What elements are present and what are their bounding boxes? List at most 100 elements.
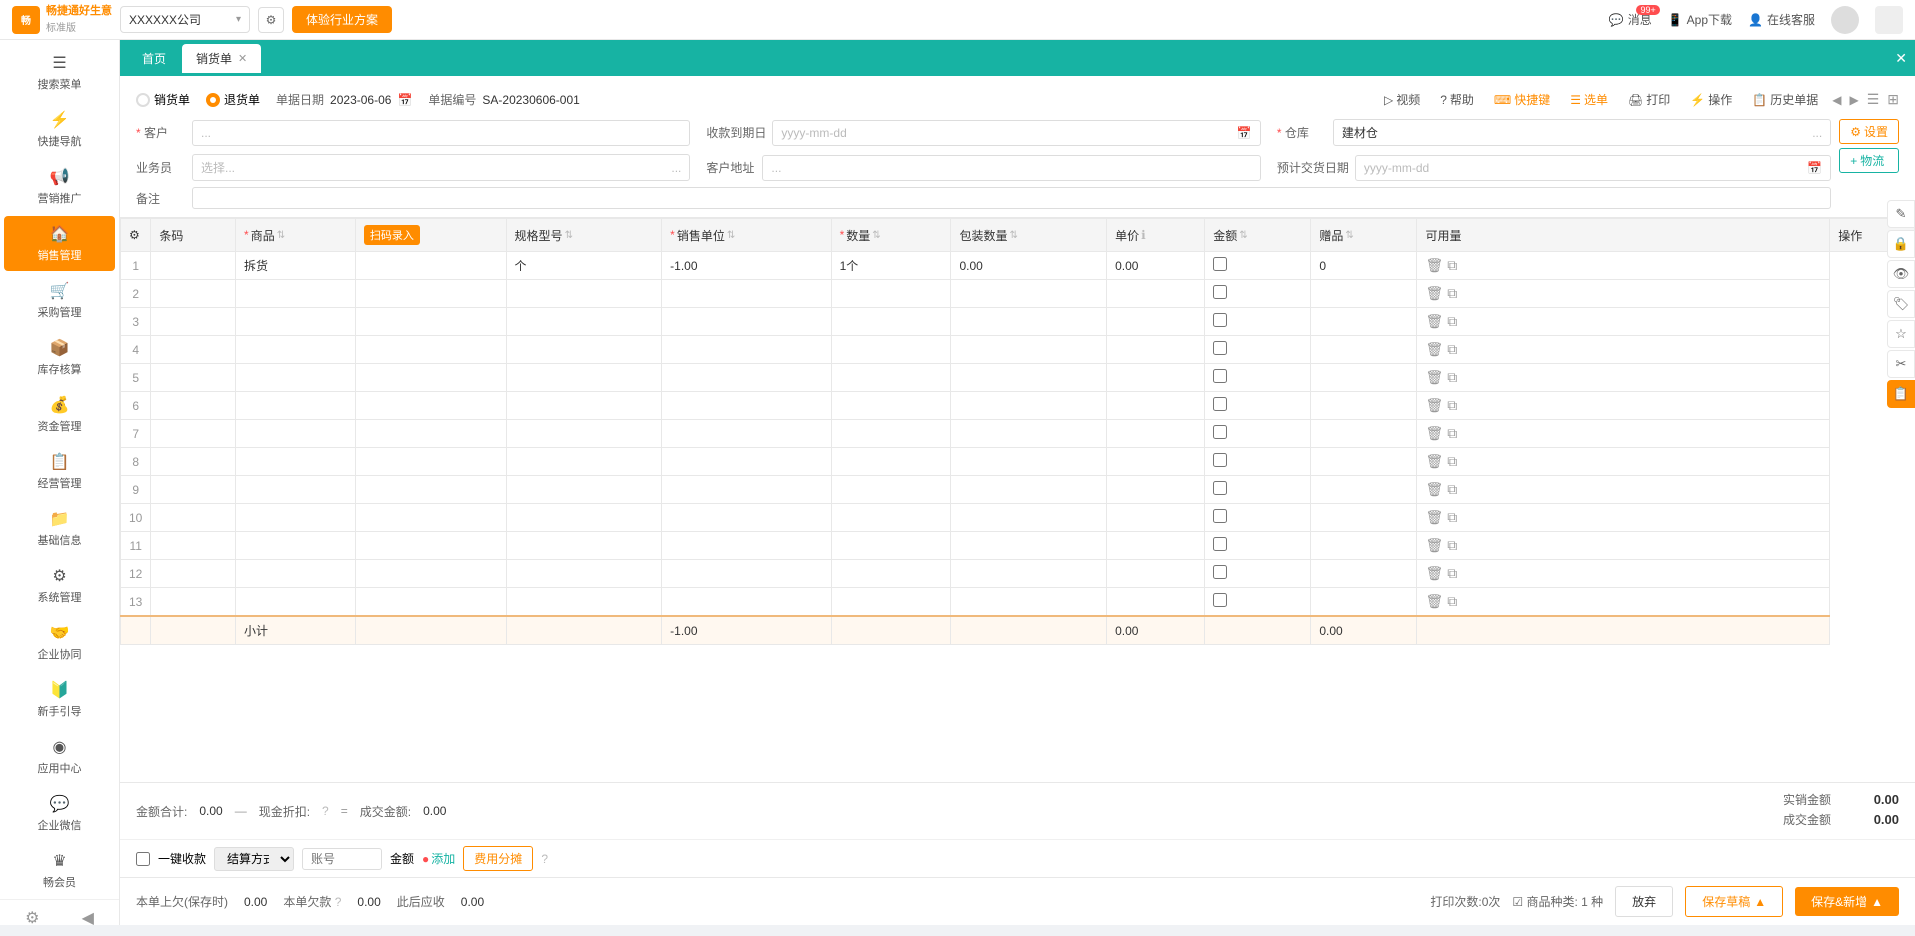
sort-icon-gift[interactable]: ⇅ xyxy=(1345,230,1353,241)
toolbar-history[interactable]: 📋历史单据 xyxy=(1746,88,1824,111)
nav-prev-icon[interactable]: ◀ xyxy=(1832,93,1841,107)
sidebar-gear-icon[interactable]: ⚙ xyxy=(25,908,39,928)
gift-checkbox-13[interactable] xyxy=(1213,593,1227,607)
discard-button[interactable]: 放弃 xyxy=(1615,886,1673,917)
fee-help-icon[interactable]: ? xyxy=(541,852,548,866)
sidebar-collapse-icon[interactable]: ◀ xyxy=(82,908,94,928)
toolbar-help[interactable]: ?帮助 xyxy=(1434,88,1480,111)
rf-lock-btn[interactable]: 🔒 xyxy=(1887,230,1915,258)
draft-chevron-icon[interactable]: ▲ xyxy=(1754,895,1766,909)
cell-unit-1[interactable]: 个 xyxy=(506,252,662,280)
message-icon[interactable]: 💬 消息 99+ xyxy=(1609,11,1652,28)
customer-addr-input[interactable]: ... xyxy=(762,155,1260,181)
gift-checkbox-10[interactable] xyxy=(1213,509,1227,523)
th-settings[interactable]: ⚙ xyxy=(121,219,151,252)
copy-icon-5[interactable]: ⧉ xyxy=(1447,369,1457,386)
gift-checkbox-5[interactable] xyxy=(1213,369,1227,383)
one-click-payment-checkbox[interactable] xyxy=(136,852,150,866)
experience-button[interactable]: 体验行业方案 xyxy=(292,6,392,33)
logistics-button[interactable]: + 物流 xyxy=(1839,148,1899,173)
fee-split-button[interactable]: 费用分摊 xyxy=(463,846,533,871)
sidebar-item-marketing[interactable]: 📢 营销推广 xyxy=(4,159,115,214)
nav-next-icon[interactable]: ▶ xyxy=(1849,93,1858,107)
cash-discount-info-icon[interactable]: ? xyxy=(322,804,329,818)
delete-icon-7[interactable]: 🗑 xyxy=(1425,425,1443,442)
rf-action-btn[interactable]: 📋 xyxy=(1887,380,1915,408)
delete-icon-1[interactable]: 🗑 xyxy=(1425,257,1443,274)
cell-product-1[interactable]: 拆货 xyxy=(236,252,356,280)
delete-icon-5[interactable]: 🗑 xyxy=(1425,369,1443,386)
tab-home[interactable]: 首页 xyxy=(128,44,180,73)
cell-qty-1[interactable]: -1.00 xyxy=(662,252,831,280)
list-view-icon[interactable]: ☰ xyxy=(1867,91,1880,108)
online-service[interactable]: 👤 在线客服 xyxy=(1748,11,1815,28)
copy-icon-3[interactable]: ⧉ xyxy=(1447,313,1457,330)
customer-input[interactable]: ... xyxy=(192,120,690,146)
debt-info-icon[interactable]: ? xyxy=(335,895,342,909)
payment-method-select[interactable]: 结算方式 xyxy=(214,847,294,871)
sidebar-item-search-order[interactable]: ☰ 搜索菜单 xyxy=(4,45,115,100)
gift-checkbox-9[interactable] xyxy=(1213,481,1227,495)
toolbar-print[interactable]: 🖨打印 xyxy=(1622,88,1676,111)
sidebar-item-wechat[interactable]: 💬 企业微信 xyxy=(4,786,115,841)
cell-amount-1[interactable]: 0.00 xyxy=(1107,252,1205,280)
copy-icon-7[interactable]: ⧉ xyxy=(1447,425,1457,442)
cell-price-1[interactable]: 0.00 xyxy=(951,252,1107,280)
tab-close-icon[interactable]: ✕ xyxy=(238,52,247,65)
save-new-button[interactable]: 保存&新增 ▲ xyxy=(1795,887,1899,916)
toolbar-shortcut[interactable]: ⌨快捷键 xyxy=(1488,88,1556,111)
salesperson-input[interactable]: 选择... ... xyxy=(192,154,690,181)
gift-checkbox-3[interactable] xyxy=(1213,313,1227,327)
rf-star-btn[interactable]: ☆ xyxy=(1887,320,1915,348)
save-draft-button[interactable]: 保存草稿 ▲ xyxy=(1685,886,1783,917)
delete-icon-6[interactable]: 🗑 xyxy=(1425,397,1443,414)
sidebar-item-finance[interactable]: 💰 资金管理 xyxy=(4,387,115,442)
settings-icon[interactable]: ⚙ xyxy=(258,7,284,33)
copy-icon-9[interactable]: ⧉ xyxy=(1447,481,1457,498)
copy-icon-11[interactable]: ⧉ xyxy=(1447,537,1457,554)
delete-icon-2[interactable]: 🗑 xyxy=(1425,285,1443,302)
copy-icon-13[interactable]: ⧉ xyxy=(1447,593,1457,610)
radio-sales[interactable]: 销货单 xyxy=(136,91,190,108)
copy-icon-10[interactable]: ⧉ xyxy=(1447,509,1457,526)
rf-scissor-btn[interactable]: ✂ xyxy=(1887,350,1915,378)
sidebar-item-basic[interactable]: 📁 基础信息 xyxy=(4,501,115,556)
add-payment-button[interactable]: ● 添加 xyxy=(422,850,455,867)
gift-checkbox-7[interactable] xyxy=(1213,425,1227,439)
sort-icon-qty[interactable]: ⇅ xyxy=(872,230,880,241)
sort-icon-product[interactable]: ⇅ xyxy=(277,230,285,241)
grid-view-icon[interactable]: ⊞ xyxy=(1887,91,1899,108)
delete-icon-3[interactable]: 🗑 xyxy=(1425,313,1443,330)
gift-checkbox-12[interactable] xyxy=(1213,565,1227,579)
sidebar-item-quick-nav[interactable]: ⚡ 快捷导航 xyxy=(4,102,115,157)
save-chevron-icon[interactable]: ▲ xyxy=(1871,895,1883,909)
payment-calendar-icon[interactable]: 📅 xyxy=(1237,126,1252,140)
cell-pkg-qty-1[interactable]: 1个 xyxy=(831,252,951,280)
gift-checkbox-4[interactable] xyxy=(1213,341,1227,355)
avatar[interactable] xyxy=(1831,6,1859,34)
tab-sales-order[interactable]: 销货单 ✕ xyxy=(182,44,261,73)
warehouse-input[interactable]: 建材仓 ... xyxy=(1333,119,1831,146)
sidebar-item-purchase[interactable]: 🛒 采购管理 xyxy=(4,273,115,328)
gift-checkbox-11[interactable] xyxy=(1213,537,1227,551)
copy-icon-2[interactable]: ⧉ xyxy=(1447,285,1457,302)
gift-checkbox-1[interactable] xyxy=(1213,257,1227,271)
cell-barcode-1[interactable] xyxy=(151,252,236,280)
cell-spec-1[interactable] xyxy=(355,252,506,280)
remark-input[interactable] xyxy=(192,187,1831,209)
delete-icon-12[interactable]: 🗑 xyxy=(1425,565,1443,582)
expected-date-input[interactable]: yyyy-mm-dd 📅 xyxy=(1355,155,1831,181)
avatar-extra[interactable] xyxy=(1875,6,1903,34)
sidebar-item-collab[interactable]: 🤝 企业协同 xyxy=(4,615,115,670)
delete-icon-10[interactable]: 🗑 xyxy=(1425,509,1443,526)
cell-gift-1[interactable] xyxy=(1205,252,1311,280)
delete-icon-11[interactable]: 🗑 xyxy=(1425,537,1443,554)
sidebar-item-guide[interactable]: 🔰 新手引导 xyxy=(4,672,115,727)
copy-icon-4[interactable]: ⧉ xyxy=(1447,341,1457,358)
gift-checkbox-6[interactable] xyxy=(1213,397,1227,411)
scan-button[interactable]: 扫码录入 xyxy=(364,225,420,245)
sidebar-item-operation[interactable]: 📋 经营管理 xyxy=(4,444,115,499)
copy-icon-12[interactable]: ⧉ xyxy=(1447,565,1457,582)
calendar-icon[interactable]: 📅 xyxy=(397,93,412,107)
rf-tag-btn[interactable]: 🏷 xyxy=(1887,290,1915,318)
